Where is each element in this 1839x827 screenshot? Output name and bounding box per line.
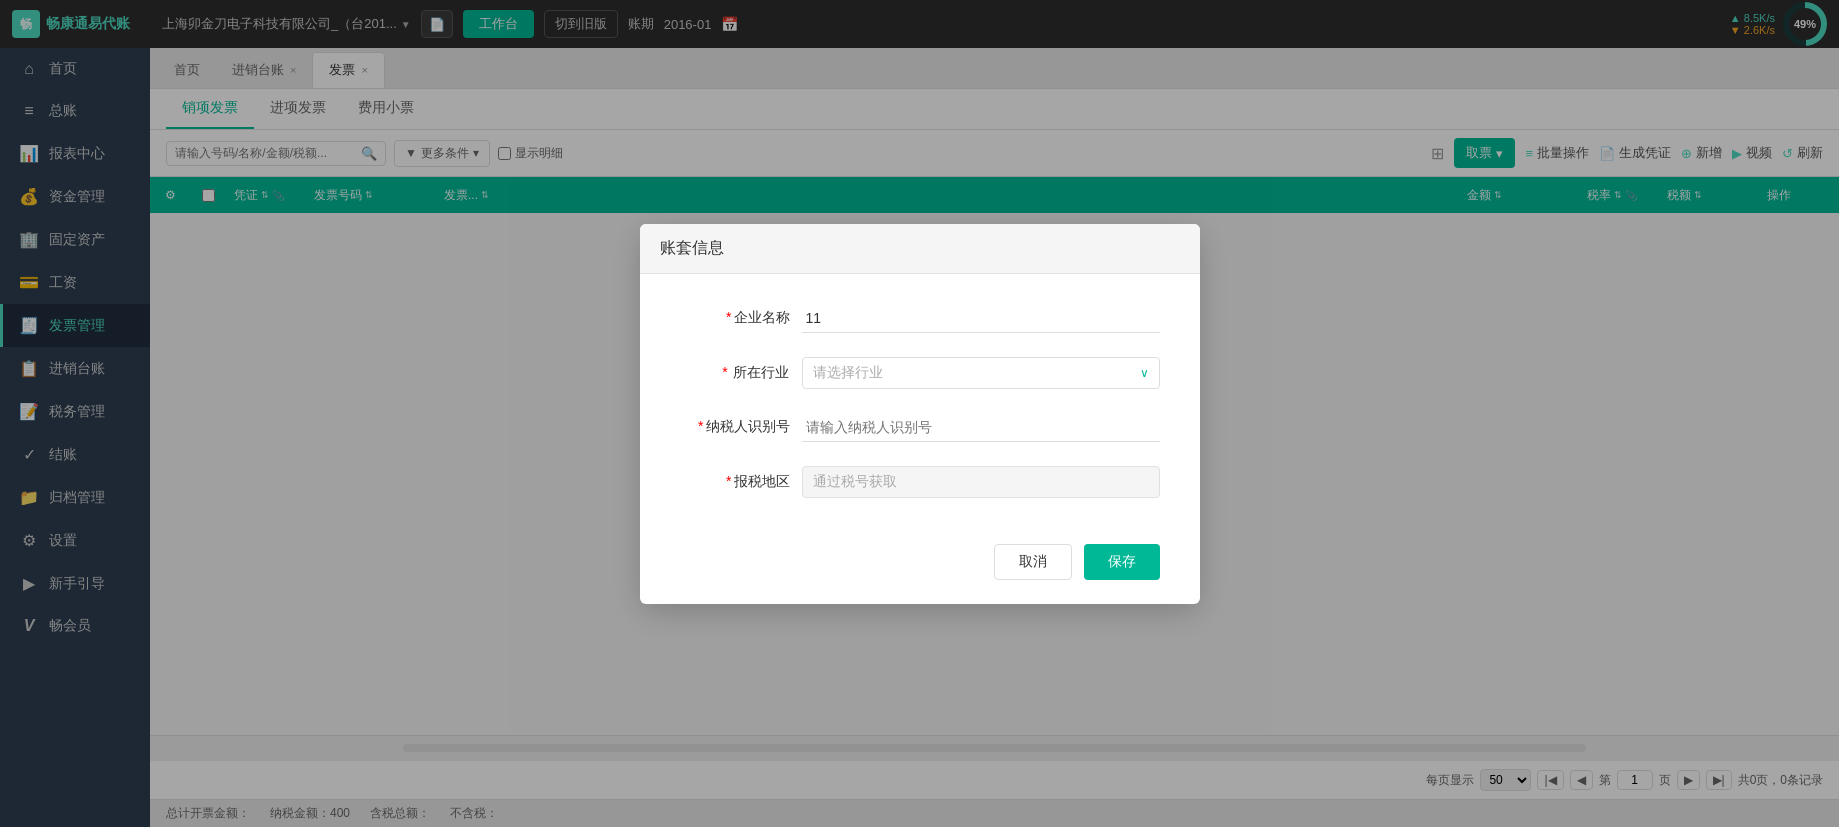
input-company-name[interactable]	[802, 304, 1160, 333]
modal-title: 账套信息	[660, 239, 724, 256]
modal-body: *企业名称 * 所在行业 请选择行业 ∨ *纳税人识别号	[640, 274, 1200, 528]
label-tax-region: *报税地区	[680, 473, 790, 491]
input-tax-id[interactable]	[802, 413, 1160, 442]
select-industry-arrow: ∨	[1140, 366, 1149, 380]
label-tax-id: *纳税人识别号	[680, 418, 790, 436]
required-star-company: *	[726, 309, 731, 325]
account-info-modal: 账套信息 *企业名称 * 所在行业 请选择行业 ∨	[640, 224, 1200, 604]
required-star-industry: *	[722, 364, 727, 380]
input-tax-region: 通过税号获取	[802, 466, 1160, 498]
modal-footer: 取消 保存	[640, 528, 1200, 604]
form-row-company-name: *企业名称	[680, 304, 1160, 333]
label-company-name: *企业名称	[680, 309, 790, 327]
select-industry[interactable]: 请选择行业 ∨	[802, 357, 1160, 389]
form-row-industry: * 所在行业 请选择行业 ∨	[680, 357, 1160, 389]
cancel-button[interactable]: 取消	[994, 544, 1072, 580]
form-row-tax-region: *报税地区 通过税号获取	[680, 466, 1160, 498]
required-star-tax: *	[698, 418, 703, 434]
select-industry-placeholder: 请选择行业	[813, 364, 883, 382]
modal-overlay[interactable]: 账套信息 *企业名称 * 所在行业 请选择行业 ∨	[0, 0, 1839, 827]
modal-header: 账套信息	[640, 224, 1200, 274]
required-star-region: *	[726, 473, 731, 489]
label-industry: * 所在行业	[680, 364, 790, 382]
save-button[interactable]: 保存	[1084, 544, 1160, 580]
form-row-tax-id: *纳税人识别号	[680, 413, 1160, 442]
